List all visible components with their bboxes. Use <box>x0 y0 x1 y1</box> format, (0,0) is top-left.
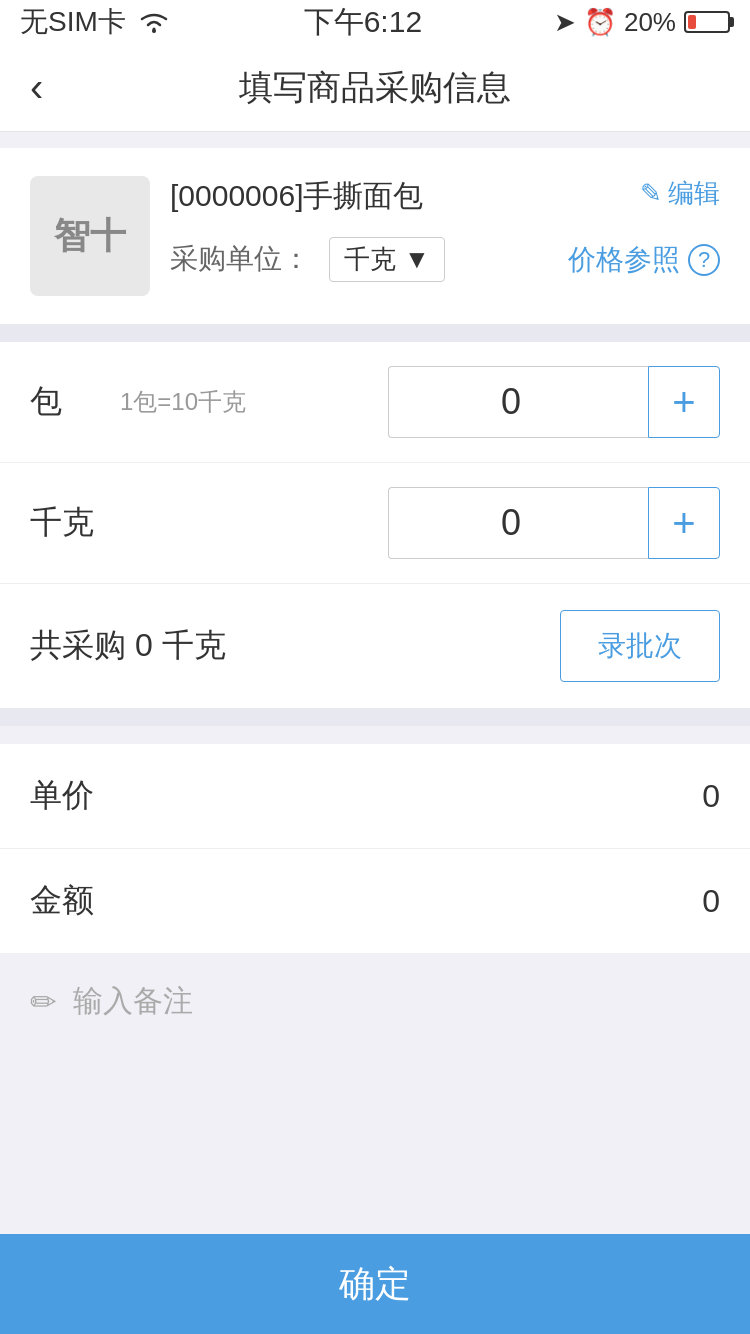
unit-value: 千克 <box>344 242 396 277</box>
status-time: 下午6:12 <box>304 2 422 43</box>
product-info: [0000006]手撕面包 ✎ 编辑 采购单位： 千克 ▼ 价格参照 ? <box>170 176 720 282</box>
edit-label: 编辑 <box>668 176 720 211</box>
help-icon: ? <box>688 244 720 276</box>
price-ref-label: 价格参照 <box>568 241 680 279</box>
carrier-text: 无SIM卡 <box>20 3 126 41</box>
package-input-row: 包 1包=10千克 + <box>0 342 750 463</box>
battery-percent: 20% <box>624 7 676 38</box>
page-title: 填写商品采购信息 <box>239 65 511 111</box>
confirm-button[interactable]: 确定 <box>0 1234 750 1334</box>
product-logo: 智十 <box>54 212 126 261</box>
package-label: 包 <box>30 380 110 424</box>
location-icon: ➤ <box>554 7 576 38</box>
kg-plus-button[interactable]: + <box>648 487 720 559</box>
unit-price-row: 单价 0 <box>0 744 750 849</box>
status-left: 无SIM卡 <box>20 3 172 41</box>
status-right: ➤ ⏰ 20% <box>554 7 730 38</box>
input-section: 包 1包=10千克 + 千克 + <box>0 342 750 584</box>
package-plus-button[interactable]: + <box>648 366 720 438</box>
product-header: [0000006]手撕面包 ✎ 编辑 <box>170 176 720 217</box>
alarm-icon: ⏰ <box>584 7 616 38</box>
kg-input-group: + <box>388 487 720 559</box>
kg-input-row: 千克 + <box>0 463 750 584</box>
section-divider-1 <box>0 324 750 342</box>
amount-row: 金额 0 <box>0 849 750 953</box>
package-sub-label: 1包=10千克 <box>120 386 246 418</box>
amount-value: 0 <box>702 883 720 920</box>
price-ref-button[interactable]: 价格参照 ? <box>568 241 720 279</box>
kg-label: 千克 <box>30 501 110 545</box>
kg-quantity-input[interactable] <box>388 487 648 559</box>
summary-prefix: 共采购 <box>30 627 126 663</box>
wifi-icon <box>136 9 172 35</box>
back-button[interactable]: ‹ <box>30 65 43 110</box>
product-card: 智十 [0000006]手撕面包 ✎ 编辑 采购单位： 千克 ▼ 价格参照 ? <box>0 148 750 324</box>
unit-dropdown[interactable]: 千克 ▼ <box>329 237 445 282</box>
info-section: 单价 0 金额 0 <box>0 744 750 953</box>
package-input-group: + <box>388 366 720 438</box>
summary-text: 共采购 0 千克 <box>30 624 226 668</box>
unit-selector-group: 采购单位： 千克 ▼ <box>170 237 445 282</box>
unit-label: 采购单位： <box>170 243 310 274</box>
summary-row: 共采购 0 千克 录批次 <box>0 584 750 708</box>
package-quantity-input[interactable] <box>388 366 648 438</box>
status-bar: 无SIM卡 下午6:12 ➤ ⏰ 20% <box>0 0 750 44</box>
amount-label: 金额 <box>30 879 94 923</box>
chevron-down-icon: ▼ <box>404 244 430 275</box>
summary-quantity: 0 <box>135 627 153 663</box>
svg-point-0 <box>152 29 156 33</box>
summary-unit: 千克 <box>162 627 226 663</box>
product-image: 智十 <box>30 176 150 296</box>
edit-button[interactable]: ✎ 编辑 <box>640 176 720 211</box>
edit-icon: ✎ <box>640 178 662 209</box>
unit-price-value: 0 <box>702 778 720 815</box>
product-unit: 采购单位： 千克 ▼ 价格参照 ? <box>170 237 720 282</box>
pencil-icon: ✏ <box>30 983 57 1021</box>
product-name: [0000006]手撕面包 <box>170 176 423 217</box>
section-divider-2 <box>0 708 750 726</box>
remark-placeholder: 输入备注 <box>73 981 193 1022</box>
nav-bar: ‹ 填写商品采购信息 <box>0 44 750 132</box>
battery-icon <box>684 11 730 33</box>
unit-price-label: 单价 <box>30 774 94 818</box>
batch-button[interactable]: 录批次 <box>560 610 720 682</box>
remark-section[interactable]: ✏ 输入备注 <box>0 953 750 1050</box>
